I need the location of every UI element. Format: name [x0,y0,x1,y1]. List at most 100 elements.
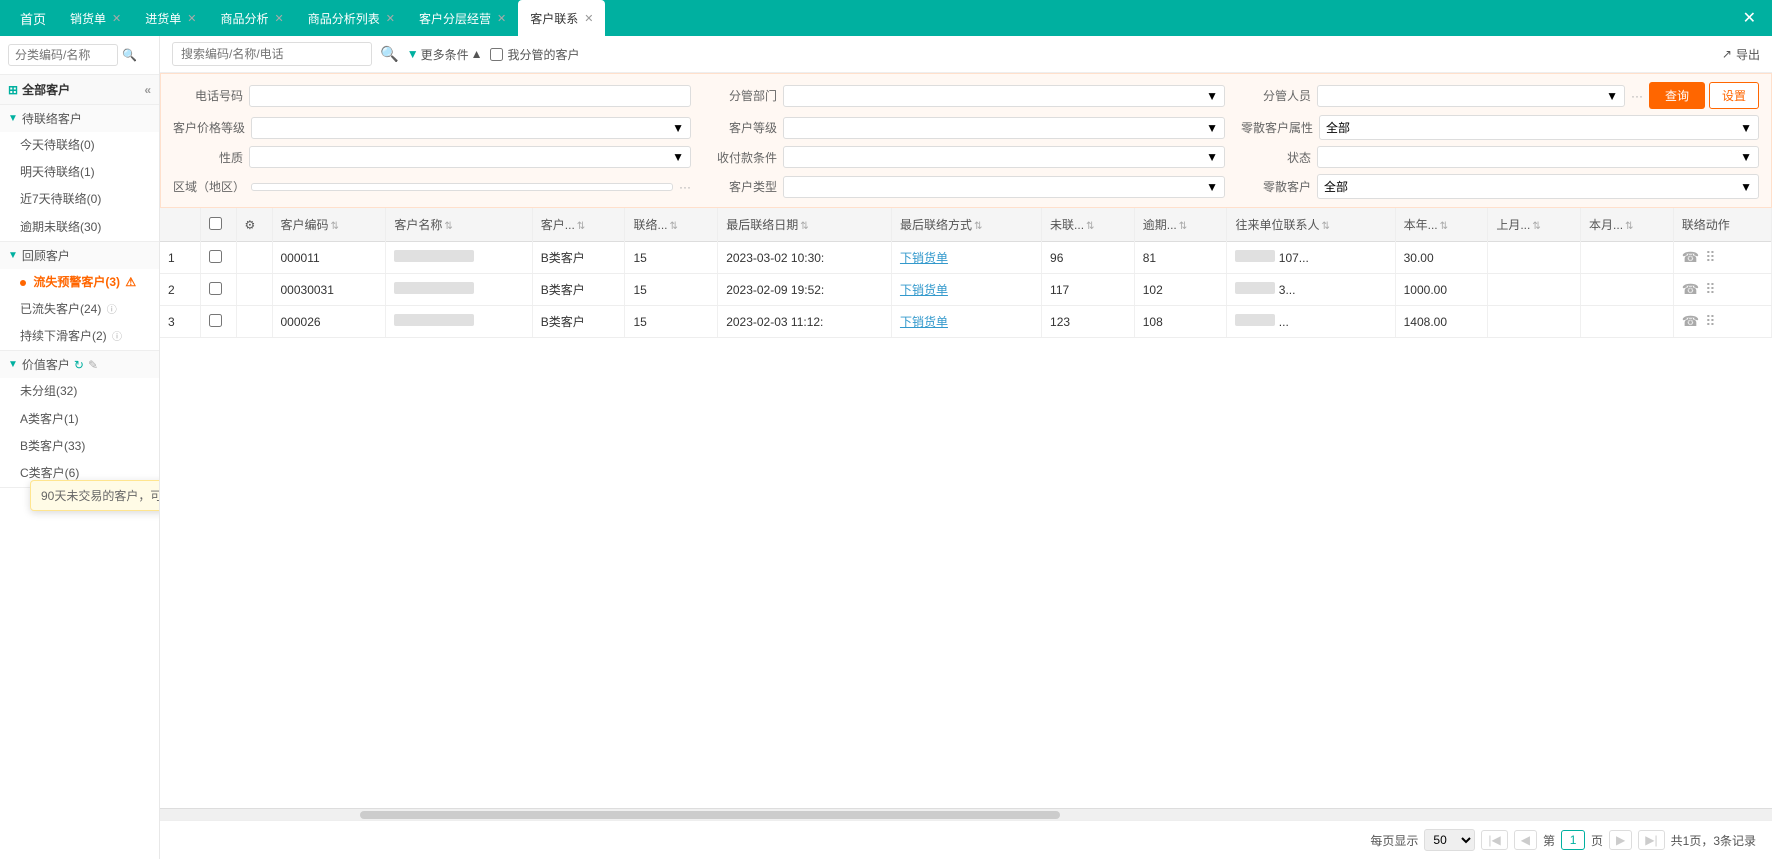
export-button[interactable]: ↗ 导出 [1722,46,1760,63]
td-checkbox[interactable] [200,242,236,274]
contact-method-link[interactable]: 下销货单 [900,283,948,297]
sidebar-item-overdue[interactable]: 逾期未联络(30) [0,214,159,241]
next-page-button[interactable]: ▶ [1609,830,1632,850]
more-actions-icon[interactable]: ⠿ [1705,249,1715,266]
contact-icon[interactable]: ☎ [1682,281,1699,298]
manager-select[interactable]: ▼ [1317,85,1625,107]
filter-retail-customer-row: 零散客户 全部 ▼ [1241,174,1759,199]
window-close-button[interactable]: ✕ [1735,8,1764,28]
sidebar-item-tomorrow[interactable]: 明天待联络(1) [0,159,159,186]
first-page-button[interactable]: |◀ [1481,830,1507,850]
per-page-select[interactable]: 50 100 200 [1424,829,1475,851]
retail-attr-select[interactable]: 全部 ▼ [1319,115,1759,140]
td-last-contact-method[interactable]: 下销货单 [891,274,1041,306]
contact-icon[interactable]: ☎ [1682,313,1699,330]
close-icon[interactable]: ✕ [187,12,196,25]
th-unit-contact[interactable]: 往来单位联系人⇅ [1227,208,1395,242]
my-customers-checkbox[interactable] [490,48,503,61]
close-icon[interactable]: ✕ [584,12,593,25]
nav-home[interactable]: 首页 [8,9,58,28]
query-button[interactable]: 查询 [1649,82,1705,109]
customer-type-select[interactable]: ▼ [783,176,1225,198]
row-checkbox[interactable] [209,314,222,327]
td-checkbox[interactable] [200,306,236,338]
search-input[interactable] [172,42,372,66]
last-page-button[interactable]: ▶| [1638,830,1664,850]
th-settings[interactable]: ⚙ [236,208,272,242]
contact-method-link[interactable]: 下销货单 [900,315,948,329]
th-contact[interactable]: 联络...⇅ [625,208,718,242]
manager-dots[interactable]: ··· [1631,89,1643,103]
td-checkbox[interactable] [200,274,236,306]
search-button[interactable]: 🔍 [380,45,399,63]
th-last-contact-method[interactable]: 最后联络方式⇅ [891,208,1041,242]
status-select[interactable]: ▼ [1317,146,1759,168]
sidebar-group-value-title[interactable]: ▼ 价值客户 ↻ ✎ [0,351,159,378]
contact-method-link[interactable]: 下销货单 [900,251,948,265]
region-select[interactable] [251,183,673,191]
region-dots[interactable]: ··· [679,180,691,194]
close-icon[interactable]: ✕ [386,12,395,25]
retail-customer-select[interactable]: 全部 ▼ [1317,174,1759,199]
region-label: 区域（地区） [173,178,245,195]
nature-select[interactable]: ▼ [249,146,691,168]
price-level-select[interactable]: ▼ [251,117,691,139]
th-name[interactable]: 客户名称⇅ [386,208,532,242]
close-icon[interactable]: ✕ [497,12,506,25]
prev-page-button[interactable]: ◀ [1514,830,1537,850]
th-uncontacted[interactable]: 未联...⇅ [1042,208,1135,242]
contact-icon[interactable]: ☎ [1682,249,1699,266]
edit-icon[interactable]: ✎ [88,358,98,372]
pagination-bar: 每页显示 50 100 200 |◀ ◀ 第 1 页 ▶ ▶| 共1页，3条记录 [160,820,1772,859]
more-actions-icon[interactable]: ⠿ [1705,313,1715,330]
th-last-month[interactable]: 上月...⇅ [1488,208,1581,242]
sidebar-item-churned[interactable]: 已流失客户(24) ⓘ [0,296,159,323]
collapse-icon[interactable]: « [144,83,151,97]
sidebar-item-class-a[interactable]: A类客户(1) [0,406,159,433]
all-customers-header[interactable]: ⊞ 全部客户 « [0,75,159,105]
nav-tab-analysis[interactable]: 商品分析 ✕ [208,0,295,36]
th-overdue[interactable]: 逾期...⇅ [1134,208,1227,242]
horizontal-scrollbar[interactable] [160,808,1772,820]
th-code[interactable]: 客户编码⇅ [272,208,386,242]
sidebar-item-class-b[interactable]: B类客户(33) [0,433,159,460]
td-last-contact-method[interactable]: 下销货单 [891,306,1041,338]
td-code: 000011 [272,242,386,274]
sidebar-group-pending-title[interactable]: ▼ 待联络客户 [0,105,159,132]
th-this-month[interactable]: 本月...⇅ [1581,208,1674,242]
refresh-icon[interactable]: ↻ [74,358,84,372]
th-last-contact-date[interactable]: 最后联络日期⇅ [718,208,892,242]
blurred-contact [1235,314,1275,326]
setting-button[interactable]: 设置 [1709,82,1759,109]
th-checkbox[interactable] [200,208,236,242]
close-icon[interactable]: ✕ [275,12,284,25]
nav-tab-purchase[interactable]: 进货单 ✕ [133,0,208,36]
sidebar-item-today[interactable]: 今天待联络(0) [0,132,159,159]
th-type[interactable]: 客户...⇅ [532,208,625,242]
sidebar-item-ungrouped[interactable]: 未分组(32) [0,378,159,405]
dept-select[interactable]: ▼ [783,85,1225,107]
row-checkbox[interactable] [209,282,222,295]
select-all-checkbox[interactable] [209,217,222,230]
sidebar-item-7days[interactable]: 近7天待联络(0) [0,186,159,213]
nav-tab-customer-tier[interactable]: 客户分层经营 ✕ [407,0,518,36]
customer-level-select[interactable]: ▼ [783,117,1225,139]
row-checkbox[interactable] [209,250,222,263]
nav-tab-analysis-list[interactable]: 商品分析列表 ✕ [296,0,407,36]
td-last-contact-method[interactable]: 下销货单 [891,242,1041,274]
my-customers-filter[interactable]: 我分管的客户 [490,46,579,63]
th-this-year[interactable]: 本年...⇅ [1395,208,1488,242]
phone-input[interactable] [249,85,691,107]
close-icon[interactable]: ✕ [112,12,121,25]
payment-select[interactable]: ▼ [783,146,1225,168]
sidebar-item-churn-warning[interactable]: 流失预警客户(3) ⚠ [0,269,159,296]
scrollbar-thumb[interactable] [360,811,1060,819]
sidebar-group-review-title[interactable]: ▼ 回顾客户 [0,242,159,269]
more-actions-icon[interactable]: ⠿ [1705,281,1715,298]
more-conditions-button[interactable]: ▼ 更多条件 ▲ [407,46,483,63]
sidebar-search-icon[interactable]: 🔍 [122,48,137,62]
nav-tab-customer-contact[interactable]: 客户联系 ✕ [518,0,605,36]
nav-tab-sales[interactable]: 销货单 ✕ [58,0,133,36]
sidebar-search-input[interactable] [8,44,118,66]
sidebar-item-declining[interactable]: 持续下滑客户(2) ⓘ [0,323,159,350]
